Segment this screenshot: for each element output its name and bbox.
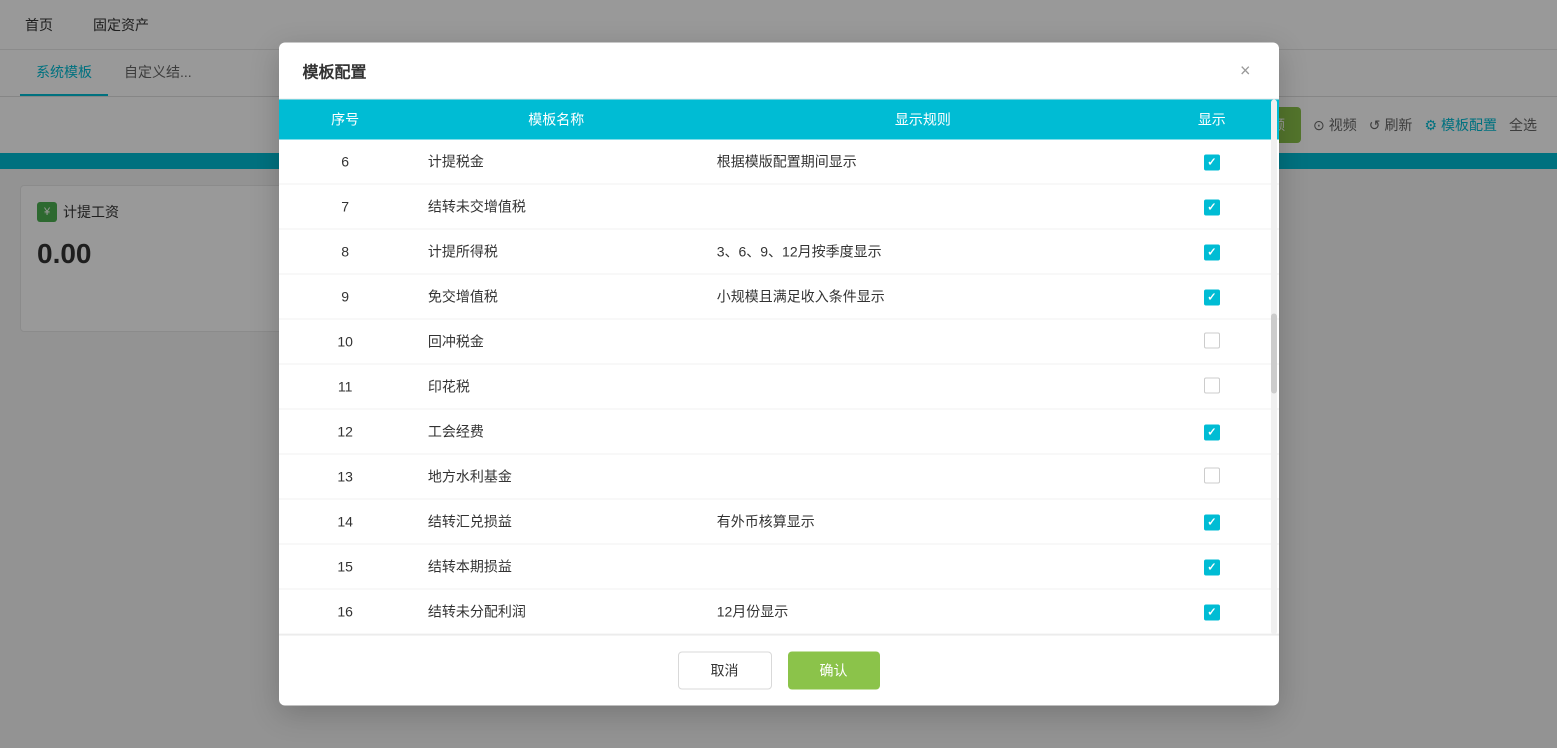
modal-close-button[interactable]: × [1236, 60, 1255, 81]
row-id: 13 [279, 454, 412, 499]
row-name: 免交增值税 [412, 274, 701, 319]
row-id: 8 [279, 229, 412, 274]
row-rule: 根据模版配置期间显示 [701, 140, 1145, 185]
row-id: 12 [279, 409, 412, 454]
row-id: 10 [279, 319, 412, 364]
col-header-id: 序号 [279, 100, 412, 140]
row-checkbox[interactable] [1204, 377, 1220, 393]
row-checkbox-cell [1145, 544, 1278, 589]
row-rule [701, 544, 1145, 589]
table-row: 14结转汇兑损益有外币核算显示 [279, 499, 1279, 544]
modal-header: 模板配置 × [279, 43, 1279, 100]
table-row: 12工会经费 [279, 409, 1279, 454]
row-checkbox-cell [1145, 589, 1278, 634]
row-id: 7 [279, 184, 412, 229]
row-checkbox-cell [1145, 364, 1278, 409]
table-row: 6计提税金根据模版配置期间显示 [279, 140, 1279, 185]
modal-title: 模板配置 [303, 59, 367, 83]
row-rule: 3、6、9、12月按季度显示 [701, 229, 1145, 274]
table-row: 11印花税 [279, 364, 1279, 409]
scrollbar-track [1271, 100, 1277, 635]
row-checkbox-cell [1145, 184, 1278, 229]
modal-footer: 取消 确认 [279, 635, 1279, 706]
confirm-button[interactable]: 确认 [788, 652, 880, 690]
col-header-name: 模板名称 [412, 100, 701, 140]
modal-template-config: 模板配置 × 序号 模板名称 显示规则 显示 6计提税金根据模版配置期间显示7结… [279, 43, 1279, 706]
row-checkbox-cell [1145, 274, 1278, 319]
row-checkbox-cell [1145, 454, 1278, 499]
row-checkbox-cell [1145, 409, 1278, 454]
row-name: 印花税 [412, 364, 701, 409]
row-rule: 小规模且满足收入条件显示 [701, 274, 1145, 319]
table-row: 9免交增值税小规模且满足收入条件显示 [279, 274, 1279, 319]
row-checkbox[interactable] [1204, 244, 1220, 260]
row-id: 15 [279, 544, 412, 589]
scrollbar-thumb [1271, 314, 1277, 394]
table-row: 8计提所得税3、6、9、12月按季度显示 [279, 229, 1279, 274]
col-header-rule: 显示规则 [701, 100, 1145, 140]
row-name: 结转未分配利润 [412, 589, 701, 634]
table-row: 15结转本期损益 [279, 544, 1279, 589]
table-row: 7结转未交增值税 [279, 184, 1279, 229]
modal-body: 序号 模板名称 显示规则 显示 6计提税金根据模版配置期间显示7结转未交增值税8… [279, 100, 1279, 635]
row-checkbox[interactable] [1204, 289, 1220, 305]
row-id: 11 [279, 364, 412, 409]
template-table: 序号 模板名称 显示规则 显示 6计提税金根据模版配置期间显示7结转未交增值税8… [279, 100, 1279, 635]
col-header-display: 显示 [1145, 100, 1278, 140]
row-rule [701, 409, 1145, 454]
row-checkbox-cell [1145, 229, 1278, 274]
row-rule: 有外币核算显示 [701, 499, 1145, 544]
cancel-button[interactable]: 取消 [678, 652, 772, 690]
row-rule [701, 319, 1145, 364]
row-id: 14 [279, 499, 412, 544]
row-checkbox[interactable] [1204, 514, 1220, 530]
row-id: 16 [279, 589, 412, 634]
row-checkbox[interactable] [1204, 559, 1220, 575]
row-checkbox-cell [1145, 319, 1278, 364]
row-name: 计提税金 [412, 140, 701, 185]
row-id: 9 [279, 274, 412, 319]
row-checkbox[interactable] [1204, 332, 1220, 348]
row-rule [701, 454, 1145, 499]
row-rule: 12月份显示 [701, 589, 1145, 634]
row-id: 6 [279, 140, 412, 185]
row-checkbox-cell [1145, 140, 1278, 185]
table-row: 16结转未分配利润12月份显示 [279, 589, 1279, 634]
row-rule [701, 184, 1145, 229]
table-row: 13地方水利基金 [279, 454, 1279, 499]
row-checkbox-cell [1145, 499, 1278, 544]
row-name: 结转未交增值税 [412, 184, 701, 229]
row-checkbox[interactable] [1204, 154, 1220, 170]
row-name: 回冲税金 [412, 319, 701, 364]
row-name: 结转汇兑损益 [412, 499, 701, 544]
row-name: 计提所得税 [412, 229, 701, 274]
row-name: 结转本期损益 [412, 544, 701, 589]
row-checkbox[interactable] [1204, 604, 1220, 620]
row-name: 工会经费 [412, 409, 701, 454]
row-rule [701, 364, 1145, 409]
row-checkbox[interactable] [1204, 467, 1220, 483]
row-name: 地方水利基金 [412, 454, 701, 499]
table-row: 10回冲税金 [279, 319, 1279, 364]
row-checkbox[interactable] [1204, 199, 1220, 215]
row-checkbox[interactable] [1204, 424, 1220, 440]
